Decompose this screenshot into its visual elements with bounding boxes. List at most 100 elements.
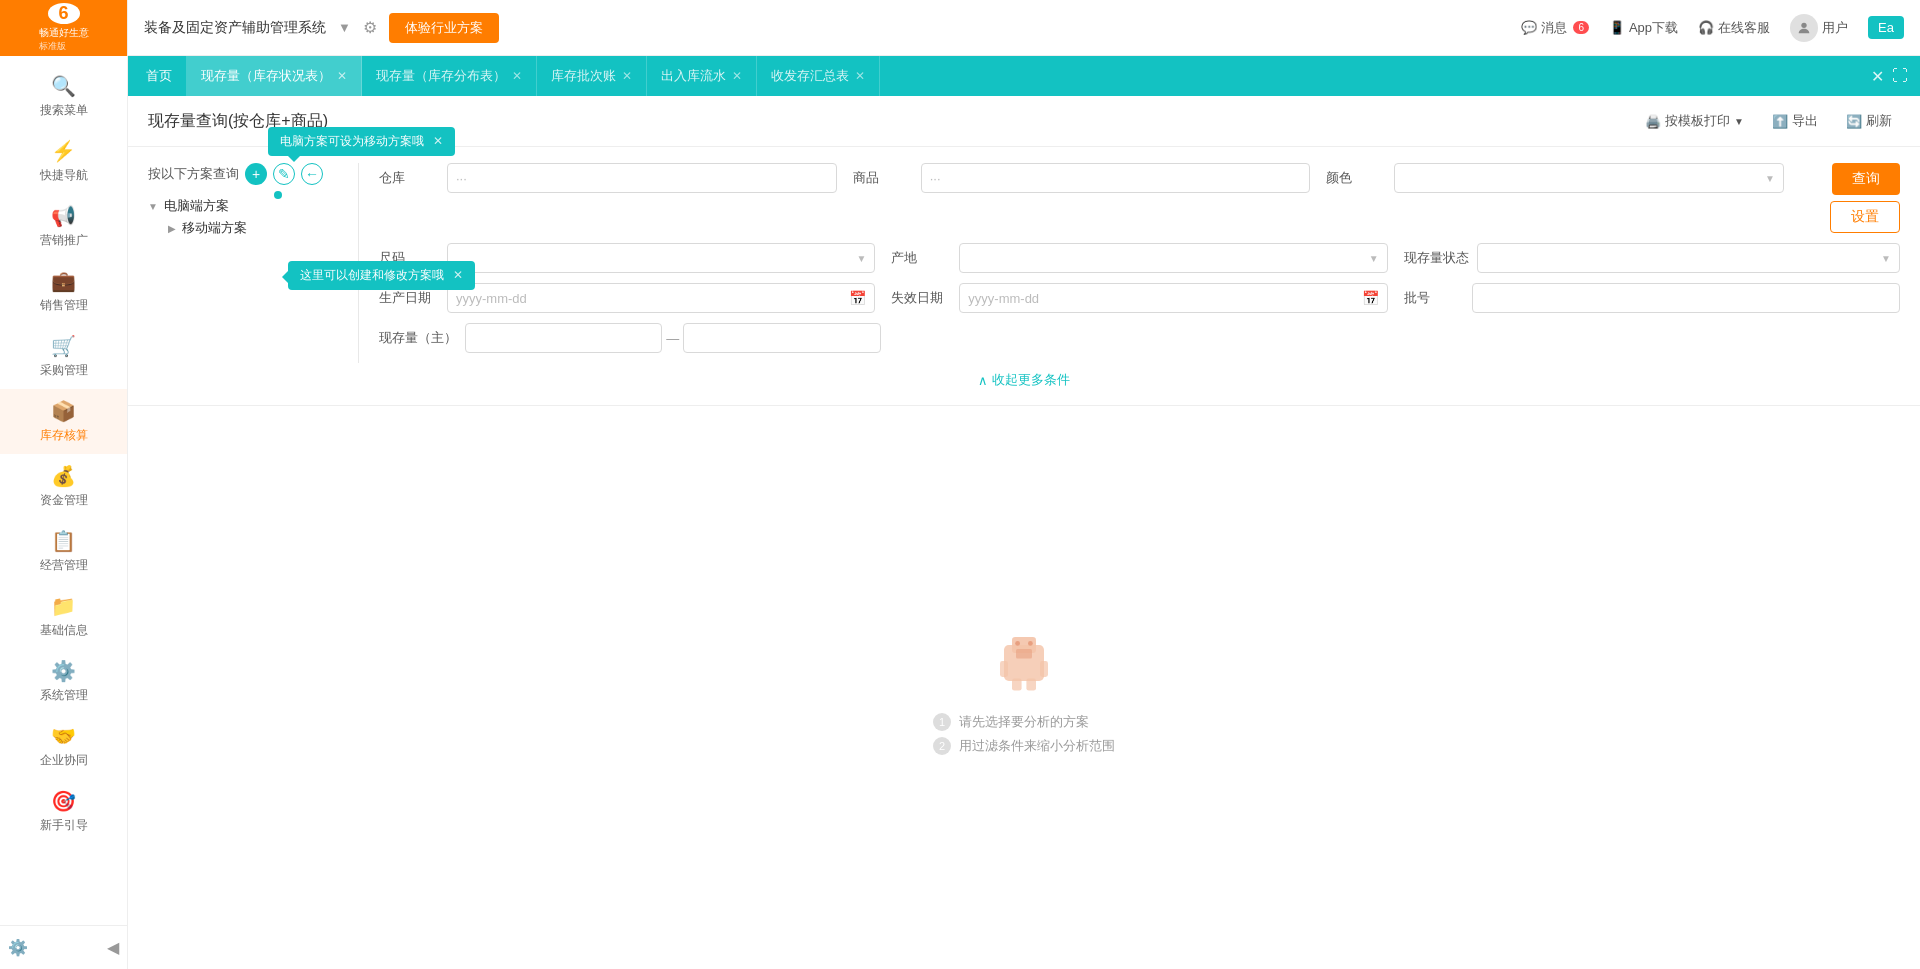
system-dropdown-icon[interactable]: ▼ — [338, 20, 351, 35]
dot-indicator — [274, 191, 282, 199]
export-button[interactable]: ⬆️ 导出 — [1764, 108, 1826, 134]
color-select[interactable]: ▼ — [1394, 163, 1784, 193]
tab-close-inventory-dist[interactable]: ✕ — [512, 69, 522, 83]
user-item[interactable]: 用户 — [1790, 14, 1848, 42]
tab-fullscreen-icon[interactable]: ⛶ — [1892, 67, 1908, 85]
tab-close-batch[interactable]: ✕ — [622, 69, 632, 83]
warehouse-dots: ··· — [456, 171, 467, 186]
sidebar-item-marketing[interactable]: 📢 营销推广 — [0, 194, 127, 259]
sidebar-item-finance[interactable]: 💰 资金管理 — [0, 454, 127, 519]
tab-close-all-icon[interactable]: ✕ — [1871, 67, 1884, 86]
action-buttons: 查询 设置 — [1800, 163, 1900, 233]
stock-main-from[interactable] — [465, 323, 662, 353]
brand-name: 畅通好生意 标准版 — [39, 26, 89, 53]
create-tooltip-close[interactable]: ✕ — [453, 268, 463, 282]
tab-batch-account[interactable]: 库存批次账 ✕ — [537, 56, 647, 96]
empty-state: 1 请先选择要分析的方案 2 用过滤条件来缩小分析范围 — [128, 406, 1920, 969]
collapse-icon[interactable]: ◀ — [107, 938, 119, 957]
filter-row-1: 仓库 ··· 商品 ··· 颜色 — [379, 163, 1900, 233]
tab-home[interactable]: 首页 — [132, 56, 187, 96]
headset-icon: 🎧 — [1698, 20, 1714, 35]
edit-scheme-button[interactable]: ✎ — [273, 163, 295, 185]
product-select[interactable]: ··· — [921, 163, 1311, 193]
warehouse-select[interactable]: ··· — [447, 163, 837, 193]
settings-icon[interactable]: ⚙ — [363, 18, 377, 37]
expiry-date-picker[interactable]: yyyy-mm-dd 📅 — [959, 283, 1387, 313]
sidebar-item-collab[interactable]: 🤝 企业协同 — [0, 714, 127, 779]
color-field: 颜色 ▼ — [1326, 163, 1784, 193]
sidebar-item-guide[interactable]: 🎯 新手引导 — [0, 779, 127, 844]
tab-inventory-dist[interactable]: 现存量（库存分布表） ✕ — [362, 56, 537, 96]
scheme-arrow-pc: ▼ — [148, 201, 158, 212]
ea-badge: Ea — [1868, 16, 1904, 39]
sidebar-item-basic[interactable]: 📁 基础信息 — [0, 584, 127, 649]
header: 装备及固定资产辅助管理系统 ▼ ⚙ 体验行业方案 💬 消息 6 📱 App下载 … — [128, 0, 1920, 56]
size-dropdown: ▼ — [856, 253, 866, 264]
svg-rect-7 — [1040, 661, 1048, 677]
tab-flow[interactable]: 出入库流水 ✕ — [647, 56, 757, 96]
warehouse-field: 仓库 ··· — [379, 163, 837, 193]
tab-close-inventory-status[interactable]: ✕ — [337, 69, 347, 83]
size-select[interactable]: ▼ — [447, 243, 875, 273]
sidebar-item-purchase[interactable]: 🛒 采购管理 — [0, 324, 127, 389]
pc-tooltip: 电脑方案可设为移动方案哦 ✕ — [268, 127, 455, 156]
svg-rect-9 — [1026, 678, 1036, 690]
origin-select[interactable]: ▼ — [959, 243, 1387, 273]
tab-close-summary[interactable]: ✕ — [855, 69, 865, 83]
sidebar-item-operations[interactable]: 📋 经营管理 — [0, 519, 127, 584]
svg-rect-6 — [1000, 661, 1008, 677]
svg-rect-5 — [1016, 649, 1032, 659]
prev-scheme-button[interactable]: ← — [301, 163, 323, 185]
stock-main-field: 现存量（主） — — [379, 323, 881, 353]
system-name: 装备及固定资产辅助管理系统 — [144, 19, 326, 37]
tab-inventory-status[interactable]: 现存量（库存状况表） ✕ — [187, 56, 362, 96]
industry-solution-button[interactable]: 体验行业方案 — [389, 13, 499, 43]
tab-bar: 首页 现存量（库存状况表） ✕ 现存量（库存分布表） ✕ 库存批次账 ✕ 出入库… — [128, 56, 1920, 96]
search-button[interactable]: 查询 — [1832, 163, 1900, 195]
notice-item[interactable]: 💬 消息 6 — [1521, 19, 1589, 37]
print-button[interactable]: 🖨️ 按模板打印 ▼ — [1637, 108, 1752, 134]
stock-status-select[interactable]: ▼ — [1477, 243, 1900, 273]
empty-illustration — [984, 621, 1064, 701]
production-date-picker[interactable]: yyyy-mm-dd 📅 — [447, 283, 875, 313]
print-icon: 🖨️ — [1645, 114, 1661, 129]
sidebar-item-inventory[interactable]: 📦 库存核算 — [0, 389, 127, 454]
system-icon: ⚙️ — [51, 659, 76, 683]
online-service-item[interactable]: 🎧 在线客服 — [1698, 19, 1770, 37]
sidebar-item-search[interactable]: 🔍 搜索菜单 — [0, 64, 127, 129]
pc-tooltip-close[interactable]: ✕ — [433, 134, 443, 148]
sidebar-logo: 6 畅通好生意 标准版 — [0, 0, 127, 56]
scheme-name-mobile[interactable]: 移动端方案 — [182, 219, 247, 237]
avatar — [1790, 14, 1818, 42]
header-right: 💬 消息 6 📱 App下载 🎧 在线客服 用户 Ea — [1521, 14, 1904, 42]
refresh-button[interactable]: 🔄 刷新 — [1838, 108, 1900, 134]
scheme-name-pc[interactable]: 电脑端方案 — [164, 197, 229, 215]
filter-header-row: 按以下方案查询 + ✎ ← 电脑方案可设为移动方案哦 ✕ — [148, 163, 338, 185]
scheme-item-pc: ▼ 电脑端方案 — [148, 195, 338, 217]
tab-summary[interactable]: 收发存汇总表 ✕ — [757, 56, 880, 96]
content-area: 现存量查询(按仓库+商品) 🖨️ 按模板打印 ▼ ⬆️ 导出 🔄 刷新 — [128, 96, 1920, 969]
batch-input[interactable] — [1472, 283, 1900, 313]
notice-icon: 💬 — [1521, 20, 1537, 35]
filter-row-3: 生产日期 yyyy-mm-dd 📅 失效日期 yyyy-mm-dd 📅 — [379, 283, 1900, 313]
sidebar-item-system[interactable]: ⚙️ 系统管理 — [0, 649, 127, 714]
tab-close-flow[interactable]: ✕ — [732, 69, 742, 83]
color-dropdown: ▼ — [1765, 173, 1775, 184]
reset-button[interactable]: 设置 — [1830, 201, 1900, 233]
add-scheme-button[interactable]: + — [245, 163, 267, 185]
scheme-arrow-mobile: ▶ — [168, 223, 176, 234]
filter-row-4: 现存量（主） — — [379, 323, 1900, 353]
sidebar-nav: 🔍 搜索菜单 ⚡ 快捷导航 📢 营销推广 💼 销售管理 🛒 采购管理 📦 库存核… — [0, 56, 127, 925]
collapse-button[interactable]: ∧ 收起更多条件 — [148, 363, 1900, 389]
export-icon: ⬆️ — [1772, 114, 1788, 129]
svg-rect-8 — [1012, 678, 1022, 690]
sidebar-item-sales[interactable]: 💼 销售管理 — [0, 259, 127, 324]
stock-main-to[interactable] — [683, 323, 880, 353]
expiry-date-icon: 📅 — [1362, 290, 1379, 306]
product-field: 商品 ··· — [853, 163, 1311, 193]
sidebar-item-quicknav[interactable]: ⚡ 快捷导航 — [0, 129, 127, 194]
settings-bottom-icon[interactable]: ⚙️ — [8, 938, 28, 957]
app-download-item[interactable]: 📱 App下载 — [1609, 19, 1678, 37]
filter-area: 按以下方案查询 + ✎ ← 电脑方案可设为移动方案哦 ✕ — [128, 147, 1920, 406]
phone-icon: 📱 — [1609, 20, 1625, 35]
